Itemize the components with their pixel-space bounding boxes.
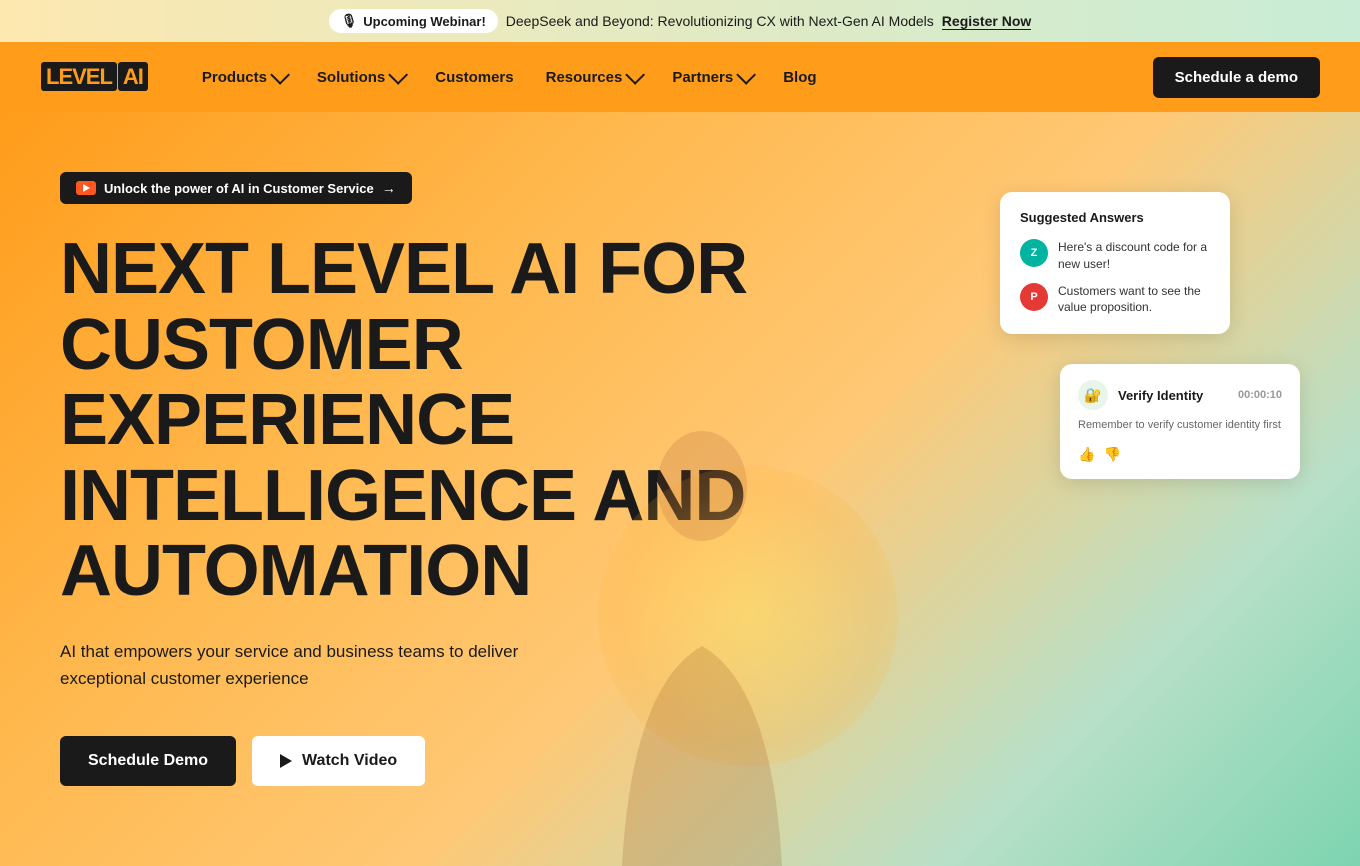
- chevron-down-icon: [270, 65, 290, 85]
- schedule-demo-nav-button[interactable]: Schedule a demo: [1153, 57, 1320, 98]
- nav-item-solutions[interactable]: Solutions: [303, 61, 417, 94]
- verify-left: 🔐 Verify Identity: [1078, 380, 1203, 410]
- nav-links: Products Solutions Customers Resources P…: [188, 61, 1153, 94]
- announcement-message: DeepSeek and Beyond: Revolutionizing CX …: [506, 13, 934, 29]
- suggested-answers-card: Suggested Answers Z Here's a discount co…: [1000, 192, 1230, 334]
- chevron-down-icon: [388, 65, 408, 85]
- play-icon: [280, 754, 292, 768]
- nav-item-resources[interactable]: Resources: [532, 61, 655, 94]
- title-line-3: INTELLIGENCE AND: [60, 456, 745, 536]
- badge-label: Upcoming Webinar!: [363, 14, 486, 29]
- navigation: LEVELAI Products Solutions Customers Res…: [0, 42, 1360, 112]
- verify-description: Remember to verify customer identity fir…: [1078, 418, 1282, 433]
- suggestion-text-2: Customers want to see the value proposit…: [1058, 283, 1210, 317]
- logo[interactable]: LEVELAI: [40, 64, 148, 90]
- logo-ai: AI: [118, 62, 148, 91]
- nav-item-products[interactable]: Products: [188, 61, 299, 94]
- nav-item-partners[interactable]: Partners: [658, 61, 765, 94]
- avatar-z: Z: [1020, 239, 1048, 267]
- webinar-badge: 🎙 Upcoming Webinar!: [329, 9, 498, 33]
- chevron-down-icon: [736, 65, 756, 85]
- hero-subtitle: AI that empowers your service and busine…: [60, 638, 580, 692]
- chevron-down-icon: [626, 65, 646, 85]
- verify-actions: 👍 👎: [1078, 446, 1282, 463]
- verify-identity-card: 🔐 Verify Identity 00:00:10 Remember to v…: [1060, 364, 1300, 478]
- nav-label-products: Products: [202, 69, 267, 86]
- avatar-p: P: [1020, 283, 1048, 311]
- announcement-bar: 🎙 Upcoming Webinar! DeepSeek and Beyond:…: [0, 0, 1360, 42]
- title-line-4: AUTOMATION: [60, 531, 531, 611]
- logo-level: LEVEL: [41, 62, 117, 91]
- hero-buttons: Schedule Demo Watch Video: [60, 736, 1300, 786]
- title-line-1: NEXT LEVEL AI FOR: [60, 229, 747, 309]
- suggestion-text-1: Here's a discount code for a new user!: [1058, 239, 1210, 273]
- verify-title: Verify Identity: [1118, 388, 1203, 403]
- suggestion-item-1: Z Here's a discount code for a new user!: [1020, 239, 1210, 273]
- verify-header: 🔐 Verify Identity 00:00:10: [1078, 380, 1282, 410]
- hero-cards: Suggested Answers Z Here's a discount co…: [1000, 192, 1300, 479]
- hero-section: Unlock the power of AI in Customer Servi…: [0, 112, 1360, 866]
- watch-video-label: Watch Video: [302, 752, 397, 770]
- logo-text: LEVELAI: [40, 64, 148, 90]
- watch-video-button[interactable]: Watch Video: [252, 736, 425, 786]
- verify-timer: 00:00:10: [1238, 389, 1282, 401]
- badge-text: Unlock the power of AI in Customer Servi…: [104, 181, 374, 196]
- video-camera-icon: [76, 181, 96, 195]
- nav-label-partners: Partners: [672, 69, 733, 86]
- megaphone-icon: 🎙: [341, 13, 358, 29]
- suggestion-item-2: P Customers want to see the value propos…: [1020, 283, 1210, 317]
- nav-label-blog: Blog: [783, 69, 816, 86]
- arrow-icon: →: [382, 180, 396, 196]
- thumbs-up-icon[interactable]: 👍: [1078, 446, 1095, 463]
- hero-badge[interactable]: Unlock the power of AI in Customer Servi…: [60, 172, 412, 204]
- thumbs-down-icon[interactable]: 👎: [1103, 446, 1120, 463]
- lock-icon: 🔐: [1078, 380, 1108, 410]
- register-link[interactable]: Register Now: [942, 13, 1031, 30]
- nav-label-solutions: Solutions: [317, 69, 385, 86]
- nav-label-customers: Customers: [435, 69, 513, 86]
- schedule-demo-button[interactable]: Schedule Demo: [60, 736, 236, 786]
- nav-item-customers[interactable]: Customers: [421, 61, 527, 94]
- title-line-2: CUSTOMER EXPERIENCE: [60, 305, 514, 461]
- nav-item-blog[interactable]: Blog: [769, 61, 830, 94]
- hero-title: NEXT LEVEL AI FOR CUSTOMER EXPERIENCE IN…: [60, 232, 780, 610]
- nav-label-resources: Resources: [546, 69, 623, 86]
- suggested-answers-title: Suggested Answers: [1020, 210, 1210, 225]
